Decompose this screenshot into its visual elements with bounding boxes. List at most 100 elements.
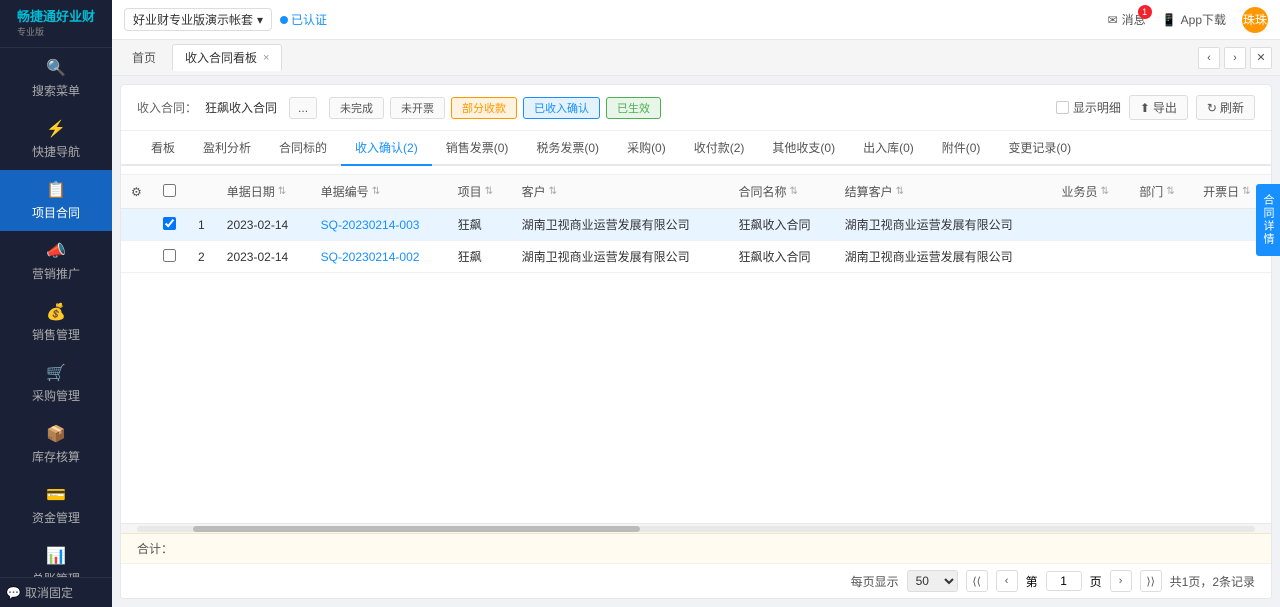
th-settings: ⚙	[121, 175, 153, 209]
th-order-date: 单据日期⇅	[217, 175, 311, 209]
sub-tab-contract_detail[interactable]: 合同标的	[265, 131, 341, 166]
th-department: 部门⇅	[1129, 175, 1193, 209]
row-num: 2	[186, 241, 217, 273]
topbar: 好业财专业版演示帐套 ▾ 已认证 ✉ 消息 1 📱 App下载 珠珠	[112, 0, 1280, 40]
right-float-btn[interactable]: 合同详情	[1256, 184, 1280, 256]
row-num: 1	[186, 209, 217, 241]
sidebar-item-marketing[interactable]: 📣营销推广	[0, 231, 112, 292]
sub-tab-profit[interactable]: 盈利分析	[189, 131, 265, 166]
sub-tab-purchase[interactable]: 采购(0)	[613, 131, 680, 166]
table-row[interactable]: 1 2023-02-14 SQ-20230214-003 狂飙 湖南卫视商业运营…	[121, 209, 1271, 241]
status-btn-effective[interactable]: 已生效	[606, 97, 661, 119]
sort-icon8: ⇅	[1166, 186, 1174, 197]
export-icon: ⬆	[1140, 101, 1150, 115]
sort-icon: ⇅	[278, 186, 286, 197]
export-button[interactable]: ⬆ 导出	[1129, 95, 1188, 120]
sort-icon5: ⇅	[789, 186, 797, 197]
sidebar-item-project-contract[interactable]: 📋项目合同	[0, 170, 112, 231]
sub-tab-income_confirm[interactable]: 收入确认(2)	[341, 131, 432, 166]
row-final-customer: 湖南卫视商业运营发展有限公司	[835, 241, 1052, 273]
tab-prev-btn[interactable]: ‹	[1198, 47, 1220, 69]
contract-header: 收入合同： 狂飙收入合同 ... 未完成未开票部分收款已收入确认已生效 显示明细…	[121, 85, 1271, 131]
row-salesperson	[1051, 209, 1129, 241]
page-next-btn[interactable]: ›	[1110, 570, 1132, 592]
tab-close-all-btn[interactable]: ✕	[1250, 47, 1272, 69]
tab-home[interactable]: 首页	[120, 45, 168, 70]
page-first-btn[interactable]: ⟨⟨	[966, 570, 988, 592]
page-prev-btn[interactable]: ‹	[996, 570, 1018, 592]
sidebar-item-general[interactable]: 📊总账管理	[0, 536, 112, 577]
sidebar-icon-funds: 💳	[46, 485, 66, 505]
contract-name: 狂飙收入合同	[205, 99, 277, 116]
sidebar-icon-project-contract: 📋	[46, 180, 66, 200]
sub-tab-attachment[interactable]: 附件(0)	[928, 131, 995, 166]
select-all-checkbox[interactable]	[163, 184, 176, 197]
tab-next-btn[interactable]: ›	[1224, 47, 1246, 69]
status-btn-partial[interactable]: 部分收款	[451, 97, 517, 119]
certified-badge: 已认证	[280, 11, 327, 28]
download-action[interactable]: 📱 App下载	[1162, 11, 1226, 28]
more-button[interactable]: ...	[289, 97, 317, 119]
status-btn-confirmed[interactable]: 已收入确认	[523, 97, 600, 119]
sidebar-item-inventory[interactable]: 📦库存核算	[0, 414, 112, 475]
sub-tab-payment[interactable]: 收付款(2)	[680, 131, 759, 166]
tab-active-label: 收入合同看板	[185, 49, 257, 66]
sub-tab-kanban[interactable]: 看板	[137, 131, 189, 166]
sidebar-item-search[interactable]: 🔍 搜索菜单	[0, 48, 112, 109]
refresh-button[interactable]: ↻ 刷新	[1196, 95, 1255, 120]
page-last-btn[interactable]: ⟩⟩	[1140, 570, 1162, 592]
tab-contract-board[interactable]: 收入合同看板 ×	[172, 44, 282, 71]
sub-tab-change_log[interactable]: 变更记录(0)	[994, 131, 1085, 166]
table-wrap[interactable]: ⚙ 单据日期⇅ 单据编号⇅ 项目⇅ 客户⇅ 合同名称⇅ 结算客户⇅ 业务员⇅ 部…	[121, 175, 1271, 523]
sub-tab-warehouse[interactable]: 出入库(0)	[849, 131, 928, 166]
status-btn-incomplete[interactable]: 未完成	[329, 97, 384, 119]
table-row[interactable]: 2 2023-02-14 SQ-20230214-002 狂飙 湖南卫视商业运营…	[121, 241, 1271, 273]
sidebar-label-purchase: 采购管理	[32, 387, 80, 404]
contract-title: 收入合同： 狂飙收入合同	[137, 99, 277, 116]
per-page-select[interactable]: 50 100 200	[907, 570, 958, 592]
order-no-link[interactable]: SQ-20230214-003	[321, 218, 420, 232]
chevron-down-icon: ▾	[257, 13, 263, 27]
sidebar-item-purchase[interactable]: 🛒采购管理	[0, 353, 112, 414]
sidebar-nav-list: 🔍 搜索菜单 ⚡快捷导航📋项目合同📣营销推广💰销售管理🛒采购管理📦库存核算💳资金管理…	[0, 48, 112, 577]
sidebar-icon-search: 🔍	[46, 58, 66, 78]
row-checkbox-1[interactable]	[163, 249, 176, 262]
tab-close-icon[interactable]: ×	[263, 52, 269, 64]
sidebar-item-quick-nav[interactable]: ⚡快捷导航	[0, 109, 112, 170]
pagination: 每页显示 50 100 200 ⟨⟨ ‹ 第 页 › ⟩⟩ 共1页，2条记录	[121, 563, 1271, 598]
show-detail-checkbox[interactable]	[1056, 101, 1069, 114]
row-checkbox-cell	[153, 209, 186, 241]
project-label: 项目	[458, 183, 482, 200]
tab-nav: ‹ › ✕	[1198, 47, 1272, 69]
sidebar-item-sales[interactable]: 💰销售管理	[0, 292, 112, 353]
status-btn-unopened[interactable]: 未开票	[390, 97, 445, 119]
row-checkbox-0[interactable]	[163, 217, 176, 230]
contract-name-label: 合同名称	[738, 183, 786, 200]
row-gear	[121, 241, 153, 273]
data-table: ⚙ 单据日期⇅ 单据编号⇅ 项目⇅ 客户⇅ 合同名称⇅ 结算客户⇅ 业务员⇅ 部…	[121, 175, 1271, 273]
company-selector[interactable]: 好业财专业版演示帐套 ▾	[124, 8, 272, 31]
row-project: 狂飙	[448, 209, 512, 241]
sort-icon9: ⇅	[1242, 186, 1250, 197]
sidebar-bottom[interactable]: 💬 取消固定	[0, 577, 112, 607]
message-action[interactable]: ✉ 消息 1	[1108, 11, 1146, 28]
sidebar-item-funds[interactable]: 💳资金管理	[0, 475, 112, 536]
th-salesperson: 业务员⇅	[1051, 175, 1129, 209]
download-label: App下载	[1181, 11, 1226, 28]
contract-status-bar: 未完成未开票部分收款已收入确认已生效	[329, 97, 661, 119]
download-icon: 📱	[1162, 13, 1177, 27]
page-input[interactable]	[1046, 571, 1082, 591]
main-area: 好业财专业版演示帐套 ▾ 已认证 ✉ 消息 1 📱 App下载 珠珠	[112, 0, 1280, 607]
hscroll-bar[interactable]	[121, 523, 1271, 533]
summary-row: 合计：	[121, 533, 1271, 563]
order-no-link[interactable]: SQ-20230214-002	[321, 250, 420, 264]
user-action[interactable]: 珠珠	[1242, 7, 1268, 33]
sidebar-label-general: 总账管理	[32, 570, 80, 577]
sub-tab-other_income[interactable]: 其他收支(0)	[758, 131, 849, 166]
row-customer: 湖南卫视商业运营发展有限公司	[512, 241, 729, 273]
sidebar-label-search: 搜索菜单	[32, 82, 80, 99]
settings-icon[interactable]: ⚙	[131, 185, 142, 199]
sub-tab-tax_invoice[interactable]: 税务发票(0)	[522, 131, 613, 166]
topbar-right: ✉ 消息 1 📱 App下载 珠珠	[1108, 7, 1268, 33]
sub-tab-sales_invoice[interactable]: 销售发票(0)	[432, 131, 523, 166]
